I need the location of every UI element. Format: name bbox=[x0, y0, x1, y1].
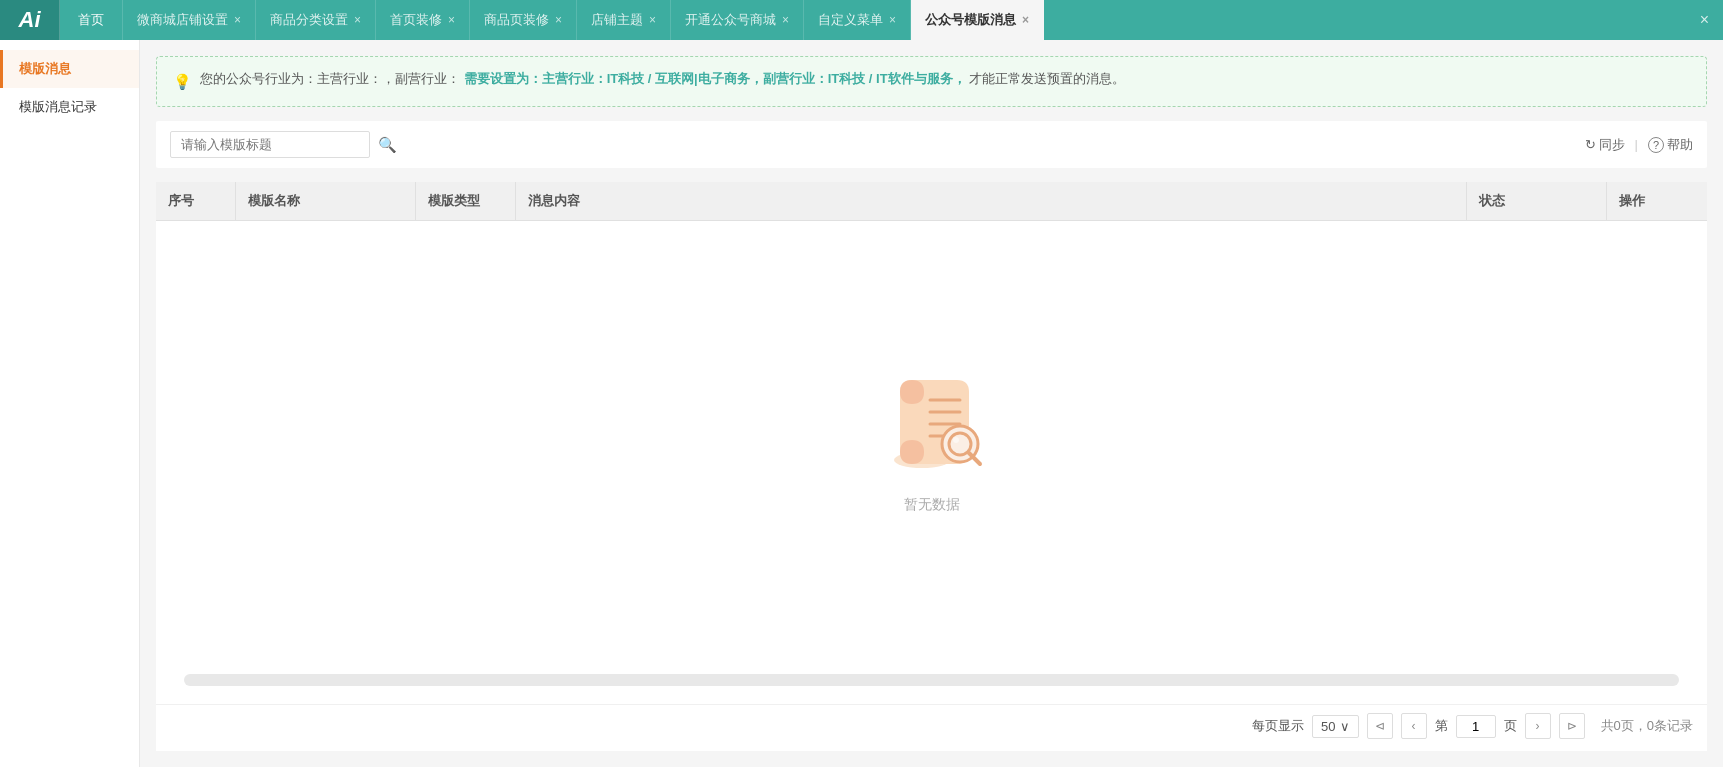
last-page-button[interactable]: ⊳ bbox=[1559, 713, 1585, 739]
sync-icon: ↻ bbox=[1585, 137, 1596, 152]
divider: | bbox=[1635, 137, 1638, 152]
empty-text: 暂无数据 bbox=[904, 496, 960, 514]
last-page-icon: ⊳ bbox=[1567, 719, 1577, 733]
sidebar-item-template-message-log[interactable]: 模版消息记录 bbox=[0, 88, 139, 126]
col-index: 序号 bbox=[156, 182, 236, 220]
close-homepage-decor[interactable]: × bbox=[448, 14, 455, 26]
prev-page-button[interactable]: ‹ bbox=[1401, 713, 1427, 739]
next-page-button[interactable]: › bbox=[1525, 713, 1551, 739]
nav-tab-homepage-decor[interactable]: 首页装修 × bbox=[376, 0, 470, 40]
table-container: 序号 模版名称 模版类型 消息内容 状态 操作 bbox=[156, 182, 1707, 751]
sync-button[interactable]: ↻ 同步 bbox=[1585, 136, 1625, 154]
close-store-settings[interactable]: × bbox=[234, 14, 241, 26]
col-name: 模版名称 bbox=[236, 182, 416, 220]
col-status: 状态 bbox=[1467, 182, 1607, 220]
close-custom-menu[interactable]: × bbox=[889, 14, 896, 26]
page-summary: 共0页，0条记录 bbox=[1601, 717, 1693, 735]
col-type: 模版类型 bbox=[416, 182, 516, 220]
horizontal-scrollbar-container bbox=[156, 674, 1707, 704]
page-label: 页 bbox=[1504, 717, 1517, 735]
sidebar: 模版消息 模版消息记录 bbox=[0, 40, 140, 767]
page-size-label: 每页显示 bbox=[1252, 717, 1304, 735]
first-page-icon: ⊲ bbox=[1375, 719, 1385, 733]
chevron-down-icon: ∨ bbox=[1340, 719, 1350, 734]
search-button[interactable]: 🔍 bbox=[378, 136, 397, 154]
next-page-icon: › bbox=[1536, 719, 1540, 733]
nav-tab-template-msg[interactable]: 公众号模版消息 × bbox=[911, 0, 1044, 40]
nav-tab-open-mall[interactable]: 开通公众号商城 × bbox=[671, 0, 804, 40]
nav-tab-product-decor[interactable]: 商品页装修 × bbox=[470, 0, 577, 40]
main-layout: 模版消息 模版消息记录 💡 您的公众号行业为：主营行业：，副营行业： 需要设置为… bbox=[0, 40, 1723, 767]
page-di-label: 第 bbox=[1435, 717, 1448, 735]
search-right: ↻ 同步 | ? 帮助 bbox=[1585, 136, 1693, 154]
empty-illustration bbox=[872, 362, 992, 482]
empty-state: 暂无数据 bbox=[156, 221, 1707, 674]
notice-prefix: 您的公众号行业为：主营行业：，副营行业： bbox=[200, 71, 460, 86]
app-logo: Ai bbox=[0, 0, 60, 40]
help-icon: ? bbox=[1648, 137, 1664, 153]
help-button[interactable]: ? 帮助 bbox=[1648, 136, 1693, 154]
nav-tab-home[interactable]: 首页 bbox=[60, 0, 123, 40]
search-input[interactable] bbox=[170, 131, 370, 158]
svg-point-8 bbox=[953, 437, 959, 443]
search-row: 🔍 ↻ 同步 | ? 帮助 bbox=[156, 121, 1707, 168]
search-left: 🔍 bbox=[170, 131, 397, 158]
prev-page-icon: ‹ bbox=[1412, 719, 1416, 733]
current-page-input[interactable] bbox=[1456, 715, 1496, 738]
page-size-select[interactable]: 50 ∨ bbox=[1312, 715, 1358, 738]
nav-tab-store-settings[interactable]: 微商城店铺设置 × bbox=[123, 0, 256, 40]
nav-tab-custom-menu[interactable]: 自定义菜单 × bbox=[804, 0, 911, 40]
nav-tab-product-category[interactable]: 商品分类设置 × bbox=[256, 0, 376, 40]
nav-tab-store-theme[interactable]: 店铺主题 × bbox=[577, 0, 671, 40]
sidebar-item-template-message[interactable]: 模版消息 bbox=[0, 50, 139, 88]
close-product-decor[interactable]: × bbox=[555, 14, 562, 26]
close-template-msg[interactable]: × bbox=[1022, 14, 1029, 26]
close-open-mall[interactable]: × bbox=[782, 14, 789, 26]
content-area: 💡 您的公众号行业为：主营行业：，副营行业： 需要设置为：主营行业：IT科技 /… bbox=[140, 40, 1723, 767]
col-action: 操作 bbox=[1607, 182, 1707, 220]
close-all-tabs[interactable]: × bbox=[1686, 11, 1723, 29]
horizontal-scrollbar[interactable] bbox=[184, 674, 1679, 686]
top-navigation: Ai 首页 微商城店铺设置 × 商品分类设置 × 首页装修 × 商品页装修 × … bbox=[0, 0, 1723, 40]
close-store-theme[interactable]: × bbox=[649, 14, 656, 26]
notice-suffix: 才能正常发送预置的消息。 bbox=[969, 71, 1125, 86]
table-header: 序号 模版名称 模版类型 消息内容 状态 操作 bbox=[156, 182, 1707, 221]
col-content: 消息内容 bbox=[516, 182, 1467, 220]
search-icon: 🔍 bbox=[378, 136, 397, 153]
first-page-button[interactable]: ⊲ bbox=[1367, 713, 1393, 739]
notice-box: 💡 您的公众号行业为：主营行业：，副营行业： 需要设置为：主营行业：IT科技 /… bbox=[156, 56, 1707, 107]
bulb-icon: 💡 bbox=[173, 70, 192, 94]
pagination-row: 每页显示 50 ∨ ⊲ ‹ 第 页 › ⊳ bbox=[156, 704, 1707, 751]
notice-highlight: 需要设置为：主营行业：IT科技 / 互联网|电子商务，副营行业：IT科技 / I… bbox=[464, 71, 966, 86]
close-product-category[interactable]: × bbox=[354, 14, 361, 26]
